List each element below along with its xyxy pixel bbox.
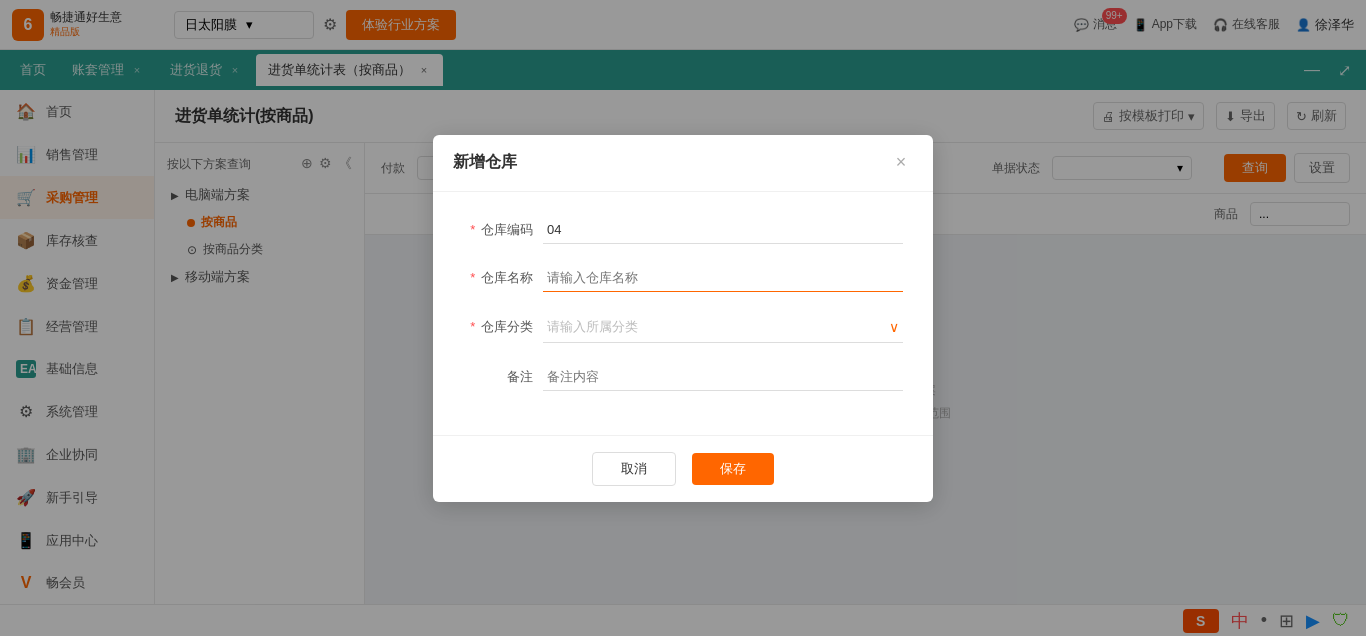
code-label: * 仓库编码 [463,221,543,239]
modal-footer: 取消 保存 [433,435,933,502]
remark-label: 备注 [463,368,543,386]
modal-title: 新增仓库 [453,152,517,173]
modal-close-button[interactable]: × [889,151,913,175]
category-chevron-icon: ∨ [889,319,899,335]
cancel-button[interactable]: 取消 [592,452,676,486]
form-row-name: * 仓库名称 [463,264,903,292]
name-label: * 仓库名称 [463,269,543,287]
form-row-code: * 仓库编码 [463,216,903,244]
remark-input[interactable] [543,363,903,391]
modal-overlay: 新增仓库 × * 仓库编码 * 仓库名称 [0,0,1366,636]
category-placeholder: 请输入所属分类 [547,318,638,336]
form-row-remark: 备注 [463,363,903,391]
category-label: * 仓库分类 [463,318,543,336]
save-button[interactable]: 保存 [692,453,774,485]
warehouse-code-input[interactable] [543,216,903,244]
form-row-category: * 仓库分类 请输入所属分类 ∨ [463,312,903,343]
modal-header: 新增仓库 × [433,135,933,192]
warehouse-name-input[interactable] [543,264,903,292]
add-warehouse-modal: 新增仓库 × * 仓库编码 * 仓库名称 [433,135,933,502]
warehouse-category-select[interactable]: 请输入所属分类 ∨ [543,312,903,343]
modal-body: * 仓库编码 * 仓库名称 * 仓库分类 请输入所属 [433,192,933,435]
